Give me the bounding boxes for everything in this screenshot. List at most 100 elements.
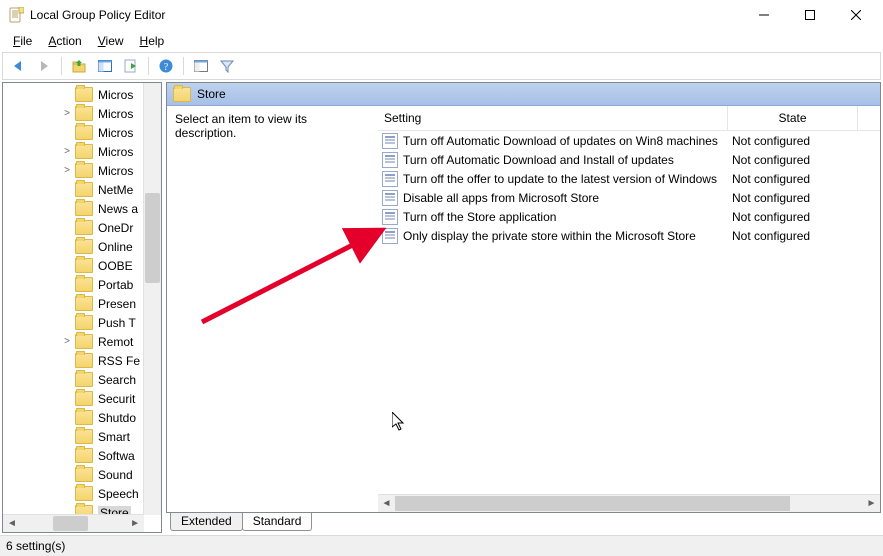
properties-button[interactable] xyxy=(190,55,212,77)
tree-item[interactable]: > Remot xyxy=(3,332,144,351)
menu-help[interactable]: Help xyxy=(133,33,172,49)
policy-state: Not configured xyxy=(728,229,858,243)
policy-icon xyxy=(382,171,398,187)
policy-row[interactable]: Turn off Automatic Download of updates o… xyxy=(378,131,880,150)
tree-item[interactable]: Securit xyxy=(3,389,144,408)
policy-row[interactable]: Disable all apps from Microsoft StoreNot… xyxy=(378,188,880,207)
tree-item[interactable]: >Micros xyxy=(3,142,144,161)
list-pane: Setting State Turn off Automatic Downloa… xyxy=(378,106,880,512)
expander-icon[interactable]: > xyxy=(61,165,73,176)
menu-file[interactable]: File xyxy=(6,33,39,49)
close-button[interactable] xyxy=(833,0,879,30)
policy-name: Turn off Automatic Download of updates o… xyxy=(403,134,718,148)
menu-view[interactable]: View xyxy=(91,33,131,49)
policy-name: Turn off the Store application xyxy=(403,210,556,224)
scrollbar-thumb[interactable] xyxy=(53,516,88,531)
tree-item[interactable]: Micros xyxy=(3,123,144,142)
column-setting[interactable]: Setting xyxy=(378,106,728,130)
tree-item[interactable]: Portab xyxy=(3,275,144,294)
show-tree-button[interactable] xyxy=(94,55,116,77)
folder-icon xyxy=(75,277,93,292)
tree-item-label: Sound xyxy=(98,468,133,482)
folder-icon xyxy=(75,296,93,311)
tree-item-label: News a xyxy=(98,202,138,216)
scroll-arrow-left-icon[interactable]: ◄ xyxy=(3,518,17,529)
window-root: Local Group Policy Editor File Action Vi… xyxy=(0,0,883,556)
tree-item[interactable]: Smart xyxy=(3,427,144,446)
scroll-arrow-left-icon[interactable]: ◄ xyxy=(378,495,395,512)
scroll-arrow-right-icon[interactable]: ► xyxy=(130,518,144,529)
folder-icon xyxy=(75,315,93,330)
policy-row[interactable]: Turn off Automatic Download and Install … xyxy=(378,150,880,169)
folder-icon xyxy=(75,334,93,349)
tree-item-label: Softwa xyxy=(98,449,135,463)
listview-header-title: Store xyxy=(197,87,226,101)
tree-item[interactable]: Sound xyxy=(3,465,144,484)
tree-pane: Micros>MicrosMicros>Micros>MicrosNetMeNe… xyxy=(2,82,162,533)
expander-icon[interactable]: > xyxy=(61,108,73,119)
folder-icon xyxy=(75,410,93,425)
tree-item-label: Online xyxy=(98,240,133,254)
minimize-button[interactable] xyxy=(741,0,787,30)
tree-item[interactable]: Search xyxy=(3,370,144,389)
tree-item-label: Push T xyxy=(98,316,136,330)
tree-vscrollbar[interactable] xyxy=(143,83,161,515)
folder-icon xyxy=(75,486,93,501)
help-button[interactable]: ? xyxy=(155,55,177,77)
policy-name: Only display the private store within th… xyxy=(403,229,696,243)
listview-header: Store xyxy=(167,83,880,106)
folder-icon xyxy=(75,239,93,254)
tree-item[interactable]: NetMe xyxy=(3,180,144,199)
description-pane: Select an item to view its description. xyxy=(167,106,378,512)
filter-button[interactable] xyxy=(216,55,238,77)
scrollbar-thumb[interactable] xyxy=(145,193,160,283)
folder-icon xyxy=(75,448,93,463)
policy-row[interactable]: Only display the private store within th… xyxy=(378,226,880,245)
tree-item[interactable]: OOBE xyxy=(3,256,144,275)
toolbar-separator xyxy=(148,57,149,75)
tree-item-label: OneDr xyxy=(98,221,133,235)
tree-item-label: Speech xyxy=(98,487,139,501)
tree-item[interactable]: > Micros xyxy=(3,161,144,180)
expander-icon[interactable]: > xyxy=(61,336,73,347)
up-folder-button[interactable] xyxy=(68,55,90,77)
maximize-button[interactable] xyxy=(787,0,833,30)
tree-item-label: Portab xyxy=(98,278,133,292)
menu-action[interactable]: Action xyxy=(41,33,88,49)
expander-icon[interactable]: > xyxy=(61,146,73,157)
tree[interactable]: Micros>MicrosMicros>Micros>MicrosNetMeNe… xyxy=(3,83,144,515)
folder-icon xyxy=(75,353,93,368)
tree-hscrollbar[interactable]: ◄ ► xyxy=(3,514,144,532)
tree-item[interactable]: Online xyxy=(3,237,144,256)
tree-item-label: Micros xyxy=(98,164,133,178)
scroll-arrow-right-icon[interactable]: ► xyxy=(863,495,880,512)
policy-row[interactable]: Turn off the Store application Not config… xyxy=(378,207,880,226)
tree-item[interactable]: News a xyxy=(3,199,144,218)
policy-name: Disable all apps from Microsoft Store xyxy=(403,191,599,205)
export-button[interactable] xyxy=(120,55,142,77)
policy-state: Not configured xyxy=(728,210,858,224)
tree-item[interactable]: >Micros xyxy=(3,104,144,123)
back-button[interactable] xyxy=(7,55,29,77)
scrollbar-thumb[interactable] xyxy=(395,496,790,511)
tree-item[interactable]: Presen xyxy=(3,294,144,313)
statusbar: 6 setting(s) xyxy=(0,535,883,556)
forward-button[interactable] xyxy=(33,55,55,77)
folder-icon xyxy=(75,87,93,102)
tree-item[interactable]: Micros xyxy=(3,85,144,104)
policy-icon xyxy=(382,228,398,244)
listview-hscrollbar[interactable]: ◄ ► xyxy=(378,494,880,512)
toolbar: ? xyxy=(2,52,881,80)
tree-item[interactable]: RSS Fe xyxy=(3,351,144,370)
tree-item[interactable]: Softwa xyxy=(3,446,144,465)
tree-item[interactable]: Speech xyxy=(3,484,144,503)
column-state[interactable]: State xyxy=(728,106,858,130)
tree-item[interactable]: Shutdo xyxy=(3,408,144,427)
policy-state: Not configured xyxy=(728,172,858,186)
tree-item-label: Remot xyxy=(98,335,133,349)
tree-item[interactable]: OneDr xyxy=(3,218,144,237)
tree-item[interactable]: Push T xyxy=(3,313,144,332)
tab-standard[interactable]: Standard xyxy=(242,513,313,531)
policy-row[interactable]: Turn off the offer to update to the late… xyxy=(378,169,880,188)
tab-extended[interactable]: Extended xyxy=(170,513,243,531)
